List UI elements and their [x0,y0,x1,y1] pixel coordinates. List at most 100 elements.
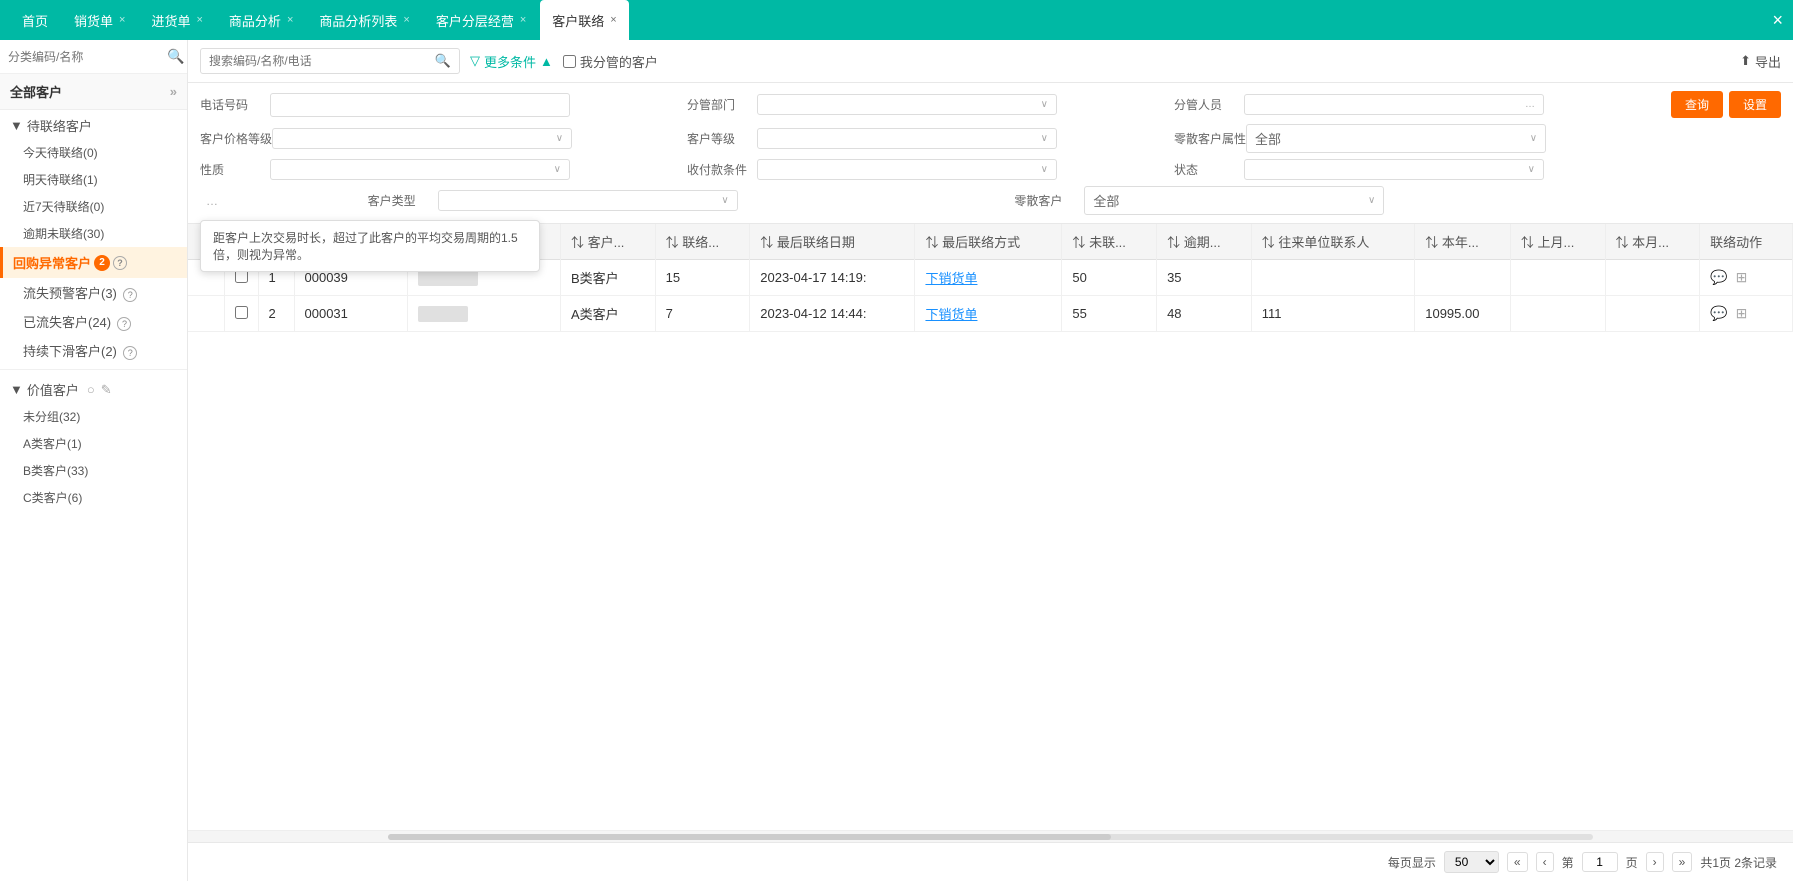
close-product-analysis-list-icon[interactable]: × [403,14,409,26]
settings-button[interactable]: 设置 [1729,91,1781,118]
close-sales-icon[interactable]: × [119,14,125,26]
sidebar-item-churned[interactable]: 已流失客户(24) ? [0,307,187,336]
price-level-field: 客户价格等级 ∨ [200,128,679,149]
next-page-btn[interactable]: › [1646,852,1664,872]
close-all-tabs[interactable]: × [1772,10,1783,31]
pending-contact-arrow: ▼ [10,118,23,133]
close-purchase-icon[interactable]: × [196,14,202,26]
more-conditions-btn[interactable]: ▽ 更多条件 ▲ [470,52,553,71]
value-customer-circle-icon[interactable]: ○ [87,382,95,397]
customer-type-select[interactable]: ∨ [438,190,738,211]
row2-contact-method-link[interactable]: 下销货单 [925,307,977,322]
filter-form: 电话号码 分管部门 ∨ 分管人员 … [188,83,1793,224]
retail-attr-select[interactable]: 全部 ∨ [1246,124,1546,153]
value-customer-edit-icon[interactable]: ✎ [101,382,112,398]
status-select[interactable]: ∨ [1244,159,1544,180]
filter-search-icon[interactable]: 🔍 [435,53,451,69]
scroll-track [388,834,1593,840]
retail-attr-field: 零散客户属性 全部 ∨ [1174,124,1653,153]
repurchase-anomaly-group[interactable]: 回购异常客户 2 ? [0,247,187,278]
col-last-contact-date-header: ⇅ 最后联络日期 [750,224,915,260]
sidebar-item-churn-warning[interactable]: 流失预警客户(3) ? [0,278,187,307]
sidebar-item-today-pending[interactable]: 今天待联络(0) [0,139,187,166]
row2-chat-icon[interactable]: 💬 [1710,305,1727,322]
my-customers-filter: 我分管的客户 [563,52,658,71]
sidebar-item-unclassified[interactable]: 未分组(32) [0,403,187,430]
manager-select[interactable]: … [1244,94,1544,115]
nav-customer-tier[interactable]: 客户分层经营 × [424,0,538,40]
col-this-year-header: ⇅ 本年... [1415,224,1511,260]
my-customers-checkbox[interactable] [563,55,576,68]
prev-page-btn[interactable]: ‹ [1536,852,1554,872]
close-customer-tier-icon[interactable]: × [520,14,526,26]
churned-help-icon[interactable]: ? [117,317,131,331]
row1-last-month [1510,260,1605,296]
declining-help-icon[interactable]: ? [123,346,137,360]
close-product-analysis-icon[interactable]: × [287,14,293,26]
nav-product-analysis[interactable]: 商品分析 × [217,0,305,40]
sidebar-divider [0,369,187,370]
dept-select[interactable]: ∨ [757,94,1057,115]
customer-level-label: 客户等级 [687,130,757,147]
sidebar-item-declining[interactable]: 持续下滑客户(2) ? [0,336,187,365]
row2-actions: 💬 ⊞ [1700,296,1793,332]
sidebar-item-tomorrow-pending[interactable]: 明天待联络(1) [0,166,187,193]
per-page-select[interactable]: 50 100 [1444,851,1499,873]
phone-input[interactable] [270,93,570,117]
payment-select[interactable]: ∨ [757,159,1057,180]
first-page-btn[interactable]: « [1507,852,1528,872]
page-number-input[interactable] [1582,852,1618,872]
export-btn[interactable]: ⬆ 导出 [1740,52,1781,71]
customer-level-select[interactable]: ∨ [757,128,1057,149]
row1-grid-icon[interactable]: ⊞ [1736,269,1748,286]
all-customers-label: 全部客户 [10,82,62,101]
close-customer-contact-icon[interactable]: × [610,14,616,26]
row2-checkbox[interactable] [235,306,248,319]
nav-home[interactable]: 首页 [10,0,60,40]
sidebar-search-icon[interactable]: 🔍 [167,48,184,65]
sidebar-item-class-b[interactable]: B类客户(33) [0,457,187,484]
row1-uncontacted: 50 [1062,260,1157,296]
table-row: 2 000031 A类客户 7 2023-04-12 14:44: 下销货单 [188,296,1793,332]
sidebar-item-7days-pending[interactable]: 近7天待联络(0) [0,193,187,220]
sidebar-collapse-btn[interactable]: » [170,84,177,99]
retail-customer-value: 全部 [1093,191,1119,210]
row2-overdue: 48 [1157,296,1252,332]
nav-customer-contact[interactable]: 客户联络 × [540,0,628,40]
sidebar-item-class-a[interactable]: A类客户(1) [0,430,187,457]
query-button[interactable]: 查询 [1671,91,1723,118]
row2-this-year: 10995.00 [1415,296,1511,332]
row1-chat-icon[interactable]: 💬 [1710,269,1727,286]
row1-unit-contact [1251,260,1415,296]
more-field: … [200,194,360,208]
repurchase-anomaly-help-icon[interactable]: ? [113,256,127,270]
nature-select[interactable]: ∨ [270,159,570,180]
row2-name [408,296,561,332]
nav-product-analysis-list[interactable]: 商品分析列表 × [307,0,421,40]
nav-purchase[interactable]: 进货单 × [139,0,214,40]
retail-customer-select[interactable]: 全部 ∨ [1084,186,1384,215]
row2-grid-icon[interactable]: ⊞ [1736,305,1748,322]
horizontal-scrollbar[interactable] [188,830,1793,842]
pending-contact-group[interactable]: ▼ 待联络客户 [0,110,187,139]
price-level-select[interactable]: ∨ [272,128,572,149]
filter-row-2: 客户价格等级 ∨ 客户等级 ∨ 零散客户属性 [200,124,1781,153]
nav-sales[interactable]: 销货单 × [62,0,137,40]
scroll-thumb[interactable] [388,834,1111,840]
filter-icon: ▽ [470,53,480,69]
sidebar-search-input[interactable] [8,50,163,64]
filter-row-1: 电话号码 分管部门 ∨ 分管人员 … [200,91,1781,118]
more-filter-dots[interactable]: … [200,194,224,208]
sidebar-item-overdue[interactable]: 逾期未联络(30) [0,220,187,247]
col-action-header: 联络动作 [1700,224,1793,260]
tooltip-box: 距客户上次交易时长，超过了此客户的平均交易周期的1.5倍，则视为异常。 [200,220,540,272]
churn-warning-help-icon[interactable]: ? [123,288,137,302]
price-level-label: 客户价格等级 [200,130,272,147]
row1-action-buttons: 💬 ⊞ [1710,269,1782,286]
sidebar-item-class-c[interactable]: C类客户(6) [0,484,187,511]
app-container: 首页 销货单 × 进货单 × 商品分析 × 商品分析列表 × 客户分层经营 × … [0,0,1793,881]
last-page-btn[interactable]: » [1672,852,1693,872]
value-customer-group[interactable]: ▼ 价值客户 ○ ✎ [0,374,187,403]
row1-contact-method-link[interactable]: 下销货单 [925,271,977,286]
filter-search-input[interactable] [209,54,429,68]
